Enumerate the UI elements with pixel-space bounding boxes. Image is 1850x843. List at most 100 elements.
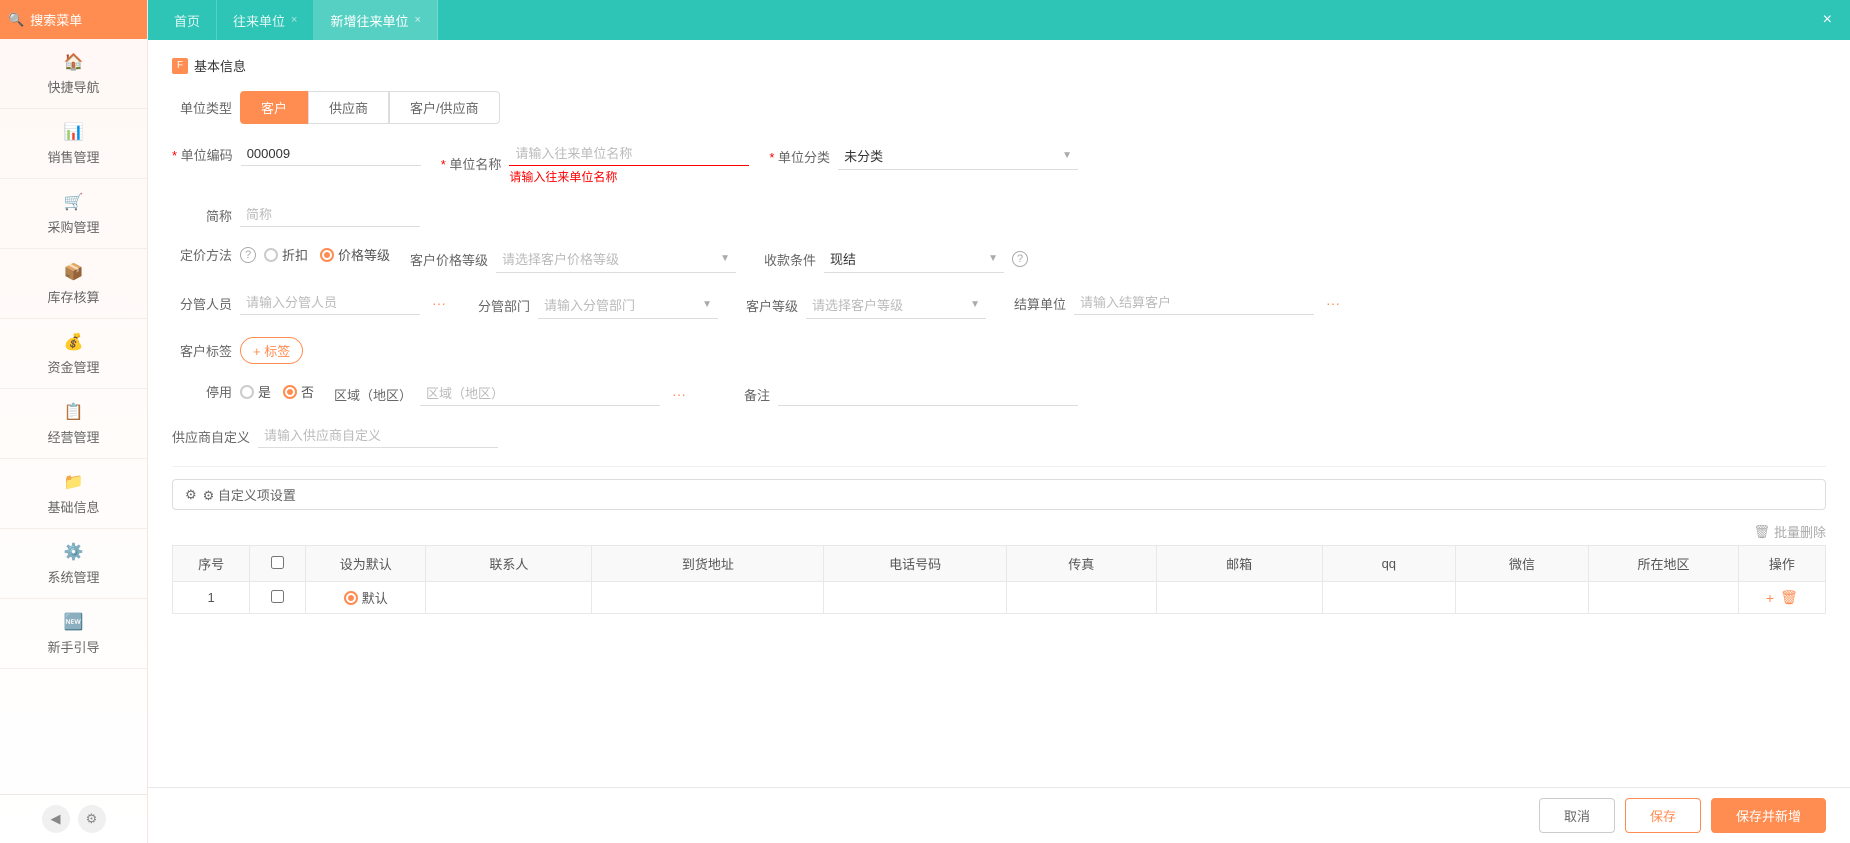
- manager-row: 分管人员 ··· 分管部门 请输入分管部门 ▼ 客户等级 请选择客户等级 ▼ 结…: [172, 291, 1826, 319]
- pricing-discount-radio[interactable]: 折扣: [264, 245, 308, 264]
- row-area-input[interactable]: [1628, 590, 1698, 605]
- department-select[interactable]: 请输入分管部门 ▼: [538, 291, 718, 319]
- tab-partners-close[interactable]: ×: [291, 14, 297, 26]
- pricing-discount-circle: [264, 248, 278, 262]
- row-default-radio[interactable]: 默认: [316, 588, 415, 607]
- add-tag-button[interactable]: + 标签: [240, 337, 303, 364]
- unit-category-field: 单位分类 未分类 ▼: [769, 142, 1078, 170]
- section-title: 基本信息: [194, 56, 246, 75]
- sidebar-item-quick-nav[interactable]: 🏠 快捷导航: [0, 39, 147, 109]
- tab-new-partner-close[interactable]: ×: [414, 14, 420, 26]
- disabled-region-row: 停用 是 否 区域（地区） ··· 备注: [172, 382, 1826, 406]
- finance-icon: 💰: [63, 331, 85, 353]
- row-phone-input[interactable]: [870, 590, 960, 605]
- delete-row-btn[interactable]: 🗑: [1780, 589, 1798, 606]
- inventory-icon: 📦: [63, 261, 85, 283]
- disabled-yes-radio[interactable]: 是: [240, 382, 271, 401]
- batch-delete-area: 🗑 批量删除: [172, 522, 1826, 541]
- batch-delete-label[interactable]: 批量删除: [1774, 522, 1826, 541]
- unit-type-group: 客户 供应商 客户/供应商: [240, 91, 500, 124]
- payment-terms-arrow-icon: ▼: [988, 253, 998, 264]
- section-icon: F: [172, 58, 188, 74]
- manager-input[interactable]: [240, 291, 420, 315]
- sidebar-item-system[interactable]: ⚙️ 系统管理: [0, 529, 147, 599]
- customer-tag-row: 客户标签 + 标签: [172, 337, 1826, 364]
- pricing-level-radio[interactable]: 价格等级: [320, 245, 390, 264]
- disabled-yes-label: 是: [258, 382, 271, 401]
- tab-new-partner[interactable]: 新增往来单位 ×: [314, 0, 437, 40]
- remark-input[interactable]: [778, 382, 1078, 406]
- settlement-unit-input[interactable]: [1074, 291, 1314, 315]
- customer-level-select[interactable]: 请选择客户等级 ▼: [806, 291, 986, 319]
- pricing-method-label: 定价方法: [172, 245, 232, 264]
- col-fax: 传真: [1006, 546, 1156, 582]
- tab-home[interactable]: 首页: [158, 0, 217, 40]
- save-button[interactable]: 保存: [1625, 798, 1701, 833]
- short-name-input[interactable]: [240, 203, 420, 227]
- sidebar-item-finance[interactable]: 💰 资金管理: [0, 319, 147, 389]
- row-contact-input[interactable]: [469, 590, 549, 605]
- col-default: 设为默认: [306, 546, 426, 582]
- sidebar-item-inventory[interactable]: 📦 库存核算: [0, 249, 147, 319]
- unit-name-input[interactable]: [509, 142, 749, 166]
- sidebar-item-label: 销售管理: [47, 147, 99, 166]
- search-menu-button[interactable]: 🔍 搜索菜单: [0, 0, 147, 39]
- tab-partners[interactable]: 往来单位 ×: [217, 0, 314, 40]
- expand-icon[interactable]: ◀: [42, 805, 70, 833]
- row-default: 默认: [306, 582, 426, 614]
- disabled-no-radio[interactable]: 否: [283, 382, 314, 401]
- sidebar: 🔍 搜索菜单 🏠 快捷导航 📊 销售管理 🛒 采购管理 📦 库存核算 💰 资金管…: [0, 0, 148, 843]
- cancel-button[interactable]: 取消: [1539, 798, 1615, 833]
- row-qq-input[interactable]: [1359, 590, 1419, 605]
- settlement-more-btn[interactable]: ···: [1322, 293, 1344, 313]
- customer-price-level-select[interactable]: 请选择客户价格等级 ▼: [496, 245, 736, 273]
- customer-level-field: 客户等级 请选择客户等级 ▼: [738, 291, 986, 319]
- unit-type-customer-btn[interactable]: 客户: [240, 91, 308, 124]
- department-arrow-icon: ▼: [702, 299, 712, 310]
- remark-field: 备注: [710, 382, 1826, 406]
- supplier-custom-field: 供应商自定义: [172, 424, 498, 448]
- sidebar-item-purchase[interactable]: 🛒 采购管理: [0, 179, 147, 249]
- sidebar-item-sales[interactable]: 📊 销售管理: [0, 109, 147, 179]
- row-email-input[interactable]: [1199, 590, 1279, 605]
- pricing-help-icon[interactable]: ?: [240, 247, 256, 263]
- form-divider: [172, 466, 1826, 467]
- payment-terms-help-icon[interactable]: ?: [1012, 251, 1028, 267]
- manager-more-btn[interactable]: ···: [428, 293, 450, 313]
- region-more-btn[interactable]: ···: [668, 384, 690, 404]
- settings-icon[interactable]: ⚙: [78, 805, 106, 833]
- pricing-row: 定价方法 ? 折扣 价格等级 客户价格等级 请选择客户价格等级: [172, 245, 1826, 273]
- guide-icon: 🆕: [63, 611, 85, 633]
- close-all-tabs-button[interactable]: ×: [1815, 11, 1840, 29]
- table-row: 1 默认: [173, 582, 1826, 614]
- row-wechat-input[interactable]: [1492, 590, 1552, 605]
- region-label: 区域（地区）: [334, 385, 412, 404]
- row-fax-input[interactable]: [1046, 590, 1116, 605]
- add-row-btn[interactable]: +: [1766, 590, 1774, 606]
- section-header: F 基本信息: [172, 56, 1826, 75]
- payment-terms-select[interactable]: 现结 ▼: [824, 245, 1004, 273]
- region-input[interactable]: [420, 382, 660, 406]
- sidebar-item-label: 经营管理: [47, 427, 99, 446]
- customer-level-arrow-icon: ▼: [970, 299, 980, 310]
- col-seq: 序号: [173, 546, 250, 582]
- save-and-new-button[interactable]: 保存并新增: [1711, 798, 1826, 833]
- sidebar-item-basic[interactable]: 📁 基础信息: [0, 459, 147, 529]
- supplier-custom-input[interactable]: [258, 424, 498, 448]
- department-label: 分管部门: [470, 296, 530, 315]
- sidebar-item-guide[interactable]: 🆕 新手引导: [0, 599, 147, 669]
- col-email: 邮箱: [1156, 546, 1322, 582]
- sidebar-item-label: 采购管理: [47, 217, 99, 236]
- row-checkbox-input[interactable]: [271, 590, 284, 603]
- select-all-checkbox[interactable]: [271, 556, 284, 569]
- sidebar-item-operations[interactable]: 📋 经营管理: [0, 389, 147, 459]
- unit-code-input[interactable]: [241, 142, 421, 166]
- department-placeholder: 请输入分管部门: [544, 295, 698, 314]
- custom-settings-button[interactable]: ⚙ ⚙ 自定义项设置: [172, 479, 1826, 510]
- unit-category-select[interactable]: 未分类 ▼: [838, 142, 1078, 170]
- unit-type-both-btn[interactable]: 客户/供应商: [389, 91, 500, 124]
- payment-terms-value: 现结: [830, 249, 984, 268]
- unit-type-supplier-btn[interactable]: 供应商: [308, 91, 389, 124]
- supplier-custom-row: 供应商自定义: [172, 424, 1826, 448]
- row-address-input[interactable]: [648, 590, 768, 605]
